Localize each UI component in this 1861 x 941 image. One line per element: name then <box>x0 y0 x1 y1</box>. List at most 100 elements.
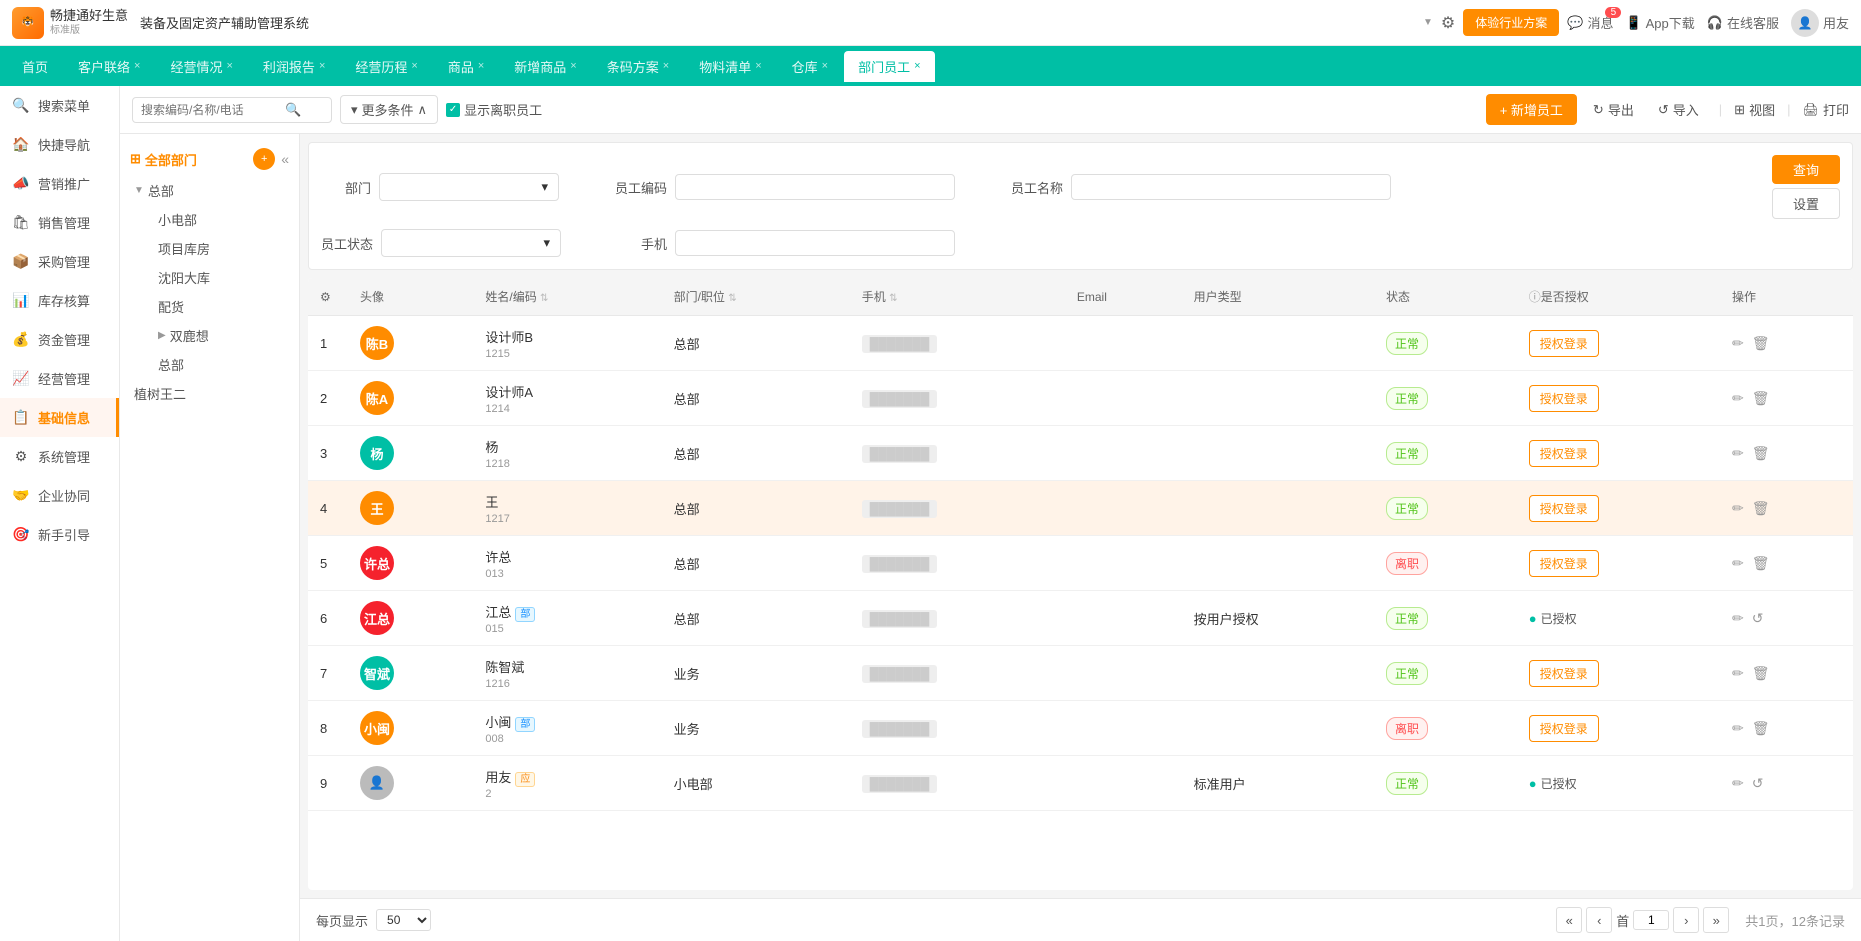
sidebar-item-operations[interactable]: 📈 经营管理 <box>0 359 119 398</box>
app-download-button[interactable]: 📱 App下载 <box>1625 13 1694 32</box>
collapse-icon[interactable]: « <box>281 151 289 167</box>
auth-login-button[interactable]: 授权登录 <box>1529 550 1599 577</box>
tab-home[interactable]: 首页 <box>8 51 62 82</box>
close-icon[interactable]: × <box>570 60 576 72</box>
delete-button[interactable]: 🗑 <box>1752 720 1770 737</box>
sidebar-item-collab[interactable]: 🤝 企业协同 <box>0 476 119 515</box>
col-dept[interactable]: 部门/职位 ⇅ <box>662 278 850 316</box>
delete-button[interactable]: 🗑 <box>1752 555 1770 572</box>
sys-dropdown-icon[interactable]: ▼ <box>1423 17 1433 28</box>
auth-login-button[interactable]: 授权登录 <box>1529 715 1599 742</box>
close-icon[interactable]: × <box>319 60 325 72</box>
close-icon[interactable]: × <box>411 60 417 72</box>
add-dept-button[interactable]: + <box>253 148 275 170</box>
sidebar-item-system[interactable]: ⚙ 系统管理 <box>0 437 119 476</box>
auth-login-button[interactable]: 授权登录 <box>1529 440 1599 467</box>
delete-button[interactable]: ↺ <box>1752 610 1764 627</box>
edit-button[interactable]: ✏ <box>1732 500 1744 517</box>
import-button[interactable]: ↺ 导入 <box>1650 96 1707 123</box>
sidebar-item-basic[interactable]: 📋 基础信息 <box>0 398 119 437</box>
close-icon[interactable]: × <box>663 60 669 72</box>
close-icon[interactable]: × <box>134 60 140 72</box>
dept-node-shenyang[interactable]: 沈阳大库 <box>144 263 299 292</box>
print-button[interactable]: 🖨 打印 <box>1802 100 1849 119</box>
sidebar-item-sales[interactable]: 🛍 销售管理 <box>0 203 119 242</box>
add-employee-button[interactable]: + 新增员工 <box>1486 94 1577 125</box>
tab-employee[interactable]: 部门员工 × <box>844 51 934 82</box>
close-icon[interactable]: × <box>226 60 232 72</box>
edit-button[interactable]: ✏ <box>1732 445 1744 462</box>
dept-node-peihuo[interactable]: 配货 <box>144 292 299 321</box>
tab-barcode[interactable]: 条码方案 × <box>593 51 683 82</box>
sidebar-item-inventory[interactable]: 📊 库存核算 <box>0 281 119 320</box>
auth-login-button[interactable]: 授权登录 <box>1529 495 1599 522</box>
emp-name-input[interactable] <box>1071 174 1391 200</box>
page-number-input[interactable] <box>1633 910 1669 930</box>
sidebar-item-search[interactable]: 🔍 搜索菜单 <box>0 86 119 125</box>
auth-login-button[interactable]: 授权登录 <box>1529 330 1599 357</box>
sidebar-item-purchase[interactable]: 📦 采购管理 <box>0 242 119 281</box>
col-name[interactable]: 姓名/编码 ⇅ <box>473 278 661 316</box>
phone-input[interactable] <box>675 230 955 256</box>
search-box[interactable]: 🔍 <box>132 97 332 123</box>
tab-warehouse[interactable]: 仓库 × <box>778 51 842 82</box>
auth-login-button[interactable]: 授权登录 <box>1529 660 1599 687</box>
tab-add-goods[interactable]: 新增商品 × <box>500 51 590 82</box>
dept-node-headquarters[interactable]: ▼ 总部 <box>120 176 299 205</box>
tab-profit[interactable]: 利润报告 × <box>249 51 339 82</box>
sidebar-item-finance[interactable]: 💰 资金管理 <box>0 320 119 359</box>
view-button[interactable]: ⊞ 视图 <box>1734 100 1775 119</box>
sidebar-item-guide[interactable]: 🎯 新手引导 <box>0 515 119 554</box>
edit-button[interactable]: ✏ <box>1732 335 1744 352</box>
delete-button[interactable]: ↺ <box>1752 775 1764 792</box>
close-icon[interactable]: × <box>755 60 761 72</box>
edit-button[interactable]: ✏ <box>1732 555 1744 572</box>
emp-status-select[interactable]: ▾ <box>381 229 561 257</box>
col-phone[interactable]: 手机 ⇅ <box>850 278 1065 316</box>
dept-filter-select[interactable]: ▾ <box>379 173 559 201</box>
edit-button[interactable]: ✏ <box>1732 665 1744 682</box>
tab-customer[interactable]: 客户联络 × <box>64 51 154 82</box>
edit-button[interactable]: ✏ <box>1732 775 1744 792</box>
edit-button[interactable]: ✏ <box>1732 720 1744 737</box>
page-size-select[interactable]: 50 20 100 <box>376 909 431 931</box>
prev-page-button[interactable]: ‹ <box>1586 907 1612 933</box>
edit-button[interactable]: ✏ <box>1732 610 1744 627</box>
show-disabled-checkbox[interactable]: ✓ 显示离职员工 <box>446 100 542 119</box>
query-button[interactable]: 查询 <box>1772 155 1840 184</box>
gear-icon[interactable]: ⚙ <box>1441 13 1455 33</box>
tab-goods[interactable]: 商品 × <box>434 51 498 82</box>
delete-button[interactable]: 🗑 <box>1752 390 1770 407</box>
close-icon[interactable]: × <box>478 60 484 72</box>
dept-node-shushu[interactable]: 植树王二 <box>120 379 299 408</box>
tab-bom[interactable]: 物料清单 × <box>685 51 775 82</box>
tab-history[interactable]: 经营历程 × <box>341 51 431 82</box>
next-page-button[interactable]: › <box>1673 907 1699 933</box>
trial-button[interactable]: 体验行业方案 <box>1463 9 1559 36</box>
export-button[interactable]: ↻ 导出 <box>1585 96 1642 123</box>
emp-code-input[interactable] <box>675 174 955 200</box>
sidebar-item-marketing[interactable]: 📣 营销推广 <box>0 164 119 203</box>
online-service-button[interactable]: 🎧 在线客服 <box>1707 13 1779 32</box>
col-settings[interactable]: ⚙ <box>308 278 348 316</box>
search-input[interactable] <box>141 103 281 117</box>
message-button[interactable]: 💬 消息 5 <box>1567 13 1613 32</box>
last-page-button[interactable]: » <box>1703 907 1729 933</box>
reset-button[interactable]: 设置 <box>1772 188 1840 219</box>
more-filters-button[interactable]: ▾ 更多条件 ∧ <box>340 95 438 124</box>
close-icon[interactable]: × <box>822 60 828 72</box>
delete-button[interactable]: 🗑 <box>1752 665 1770 682</box>
close-icon[interactable]: × <box>914 60 920 72</box>
dept-node-projroom[interactable]: 项目库房 <box>144 234 299 263</box>
auth-login-button[interactable]: 授权登录 <box>1529 385 1599 412</box>
edit-button[interactable]: ✏ <box>1732 390 1744 407</box>
tab-operations[interactable]: 经营情况 × <box>156 51 246 82</box>
delete-button[interactable]: 🗑 <box>1752 335 1770 352</box>
dept-node-zongbu[interactable]: 总部 <box>144 350 299 379</box>
dept-node-shuanglu[interactable]: ▶ 双鹿想 <box>144 321 299 350</box>
dept-node-xiaodibu[interactable]: 小电部 <box>144 205 299 234</box>
delete-button[interactable]: 🗑 <box>1752 445 1770 462</box>
sidebar-item-quicknav[interactable]: 🏠 快捷导航 <box>0 125 119 164</box>
user-area[interactable]: 👤 用友 <box>1791 9 1849 37</box>
delete-button[interactable]: 🗑 <box>1752 500 1770 517</box>
